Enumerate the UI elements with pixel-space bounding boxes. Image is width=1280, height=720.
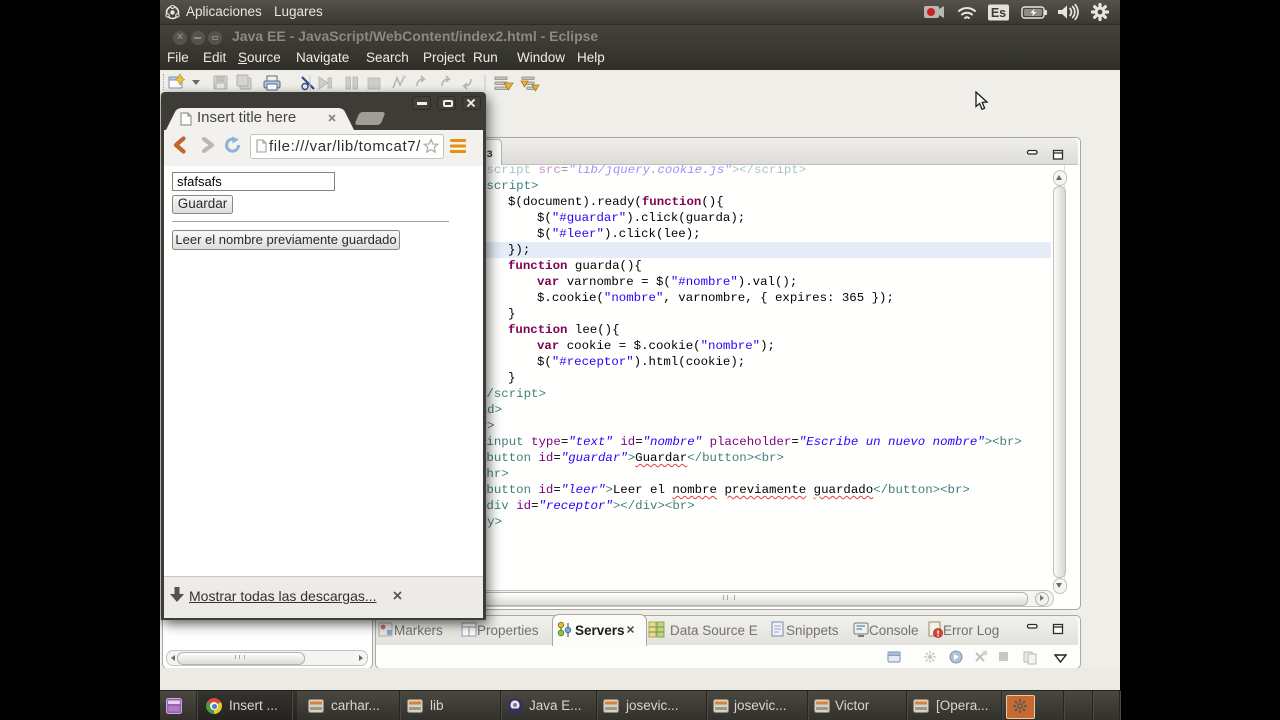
svg-text:Es: Es <box>991 6 1006 20</box>
